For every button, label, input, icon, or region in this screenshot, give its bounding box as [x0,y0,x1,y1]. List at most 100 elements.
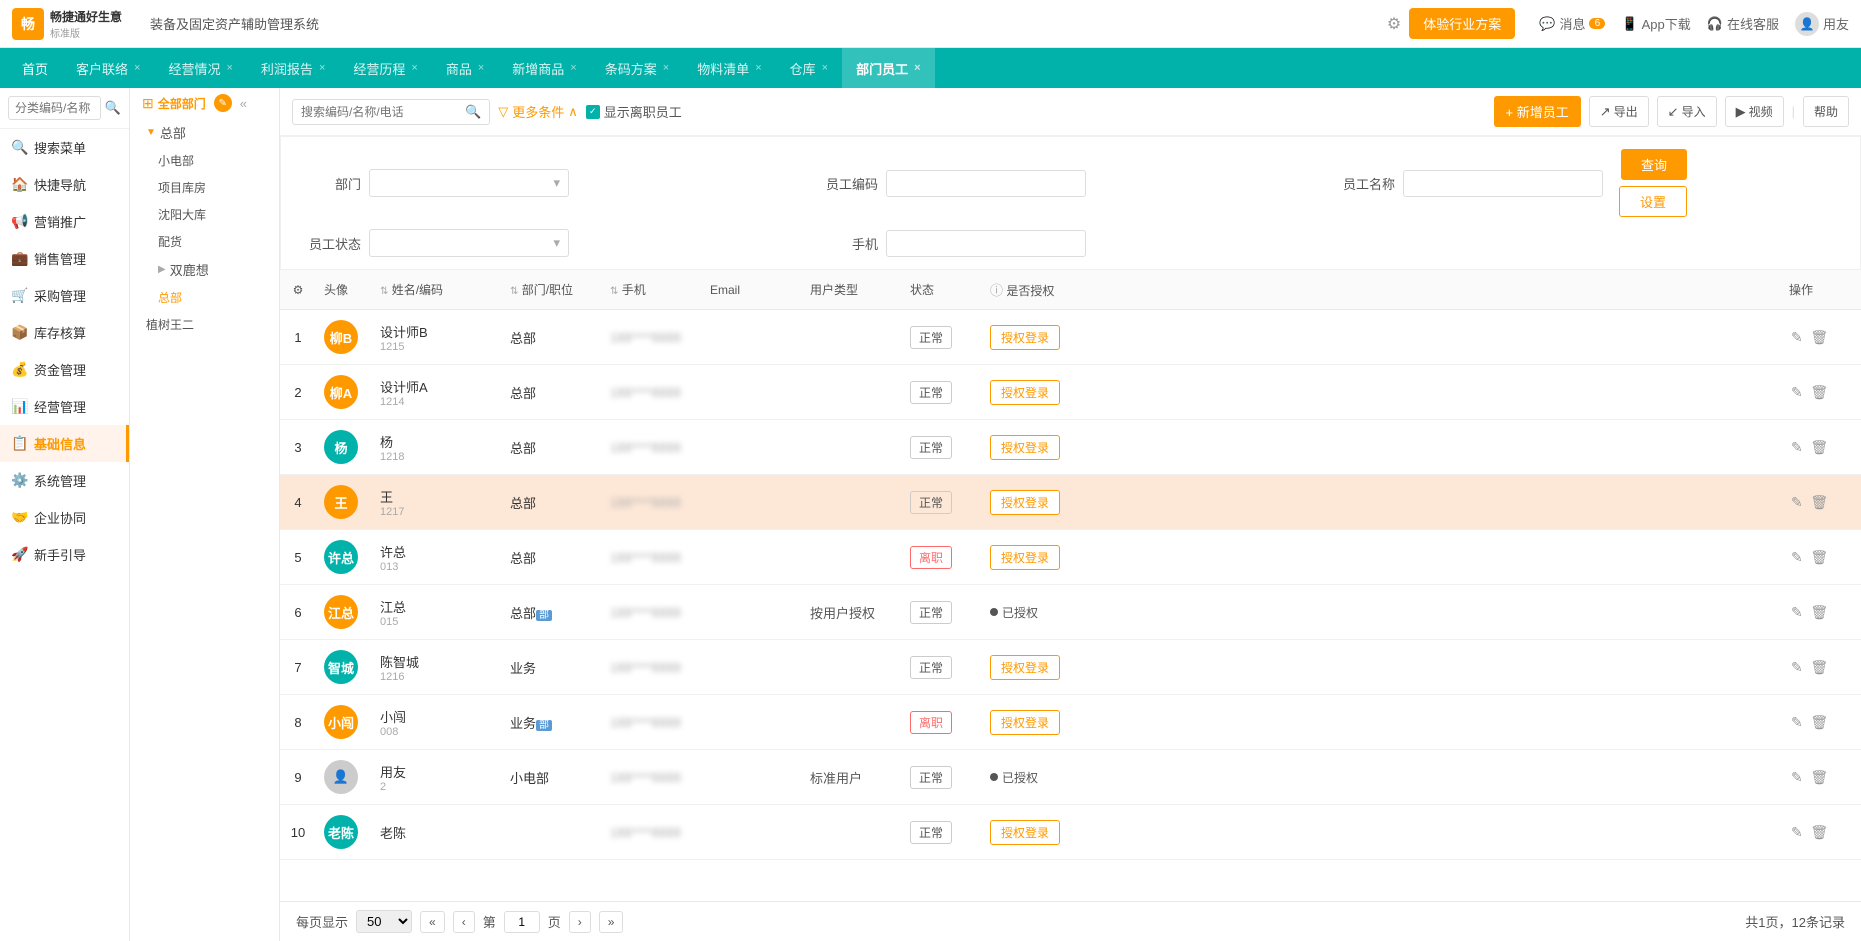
prev-page-btn[interactable]: ‹ [453,911,475,933]
edit-button[interactable]: ✎ [1789,657,1805,677]
empname-input[interactable] [1403,170,1603,197]
dept-node-zongbu[interactable]: ▼ 总部 [130,118,279,147]
tab-operation[interactable]: 经营情况 × [154,48,246,88]
sidebar-item-collab[interactable]: 🤝 企业协同 [0,499,129,536]
sidebar-item-quicknav[interactable]: 🏠 快捷导航 [0,166,129,203]
tab-customer[interactable]: 客户联络 × [62,48,154,88]
app-download-action[interactable]: 📱 App下载 [1621,14,1690,33]
delete-button[interactable]: 🗑 [1808,327,1830,347]
tab-add-goods[interactable]: 新增商品 × [498,48,590,88]
tab-dept-emp[interactable]: 部门员工 × [842,48,934,88]
edit-button[interactable]: ✎ [1789,712,1805,732]
dept-node-shuanglu[interactable]: ▶ 双鹿想 [130,255,279,284]
col-name[interactable]: ⇅ 姓名/编码 [372,270,502,310]
tab-home[interactable]: 首页 [8,48,62,88]
status-label: 员工状态 [301,234,361,253]
edit-button[interactable]: ✎ [1789,382,1805,402]
phone-input[interactable] [886,230,1086,257]
auth-login-button[interactable]: 授权登录 [990,490,1060,515]
delete-button[interactable]: 🗑 [1808,382,1830,402]
edit-button[interactable]: ✎ [1789,437,1805,457]
import-button[interactable]: ↙ 导入 [1657,96,1717,127]
video-button[interactable]: ▶ 视频 [1725,96,1784,127]
sidebar-item-purchase[interactable]: 🛒 采购管理 [0,277,129,314]
edit-button[interactable]: ✎ [1789,767,1805,787]
sidebar-item-search[interactable]: 🔍 搜索菜单 [0,129,129,166]
show-resigned-toggle[interactable]: ✓ 显示离职员工 [586,102,682,121]
col-phone[interactable]: ⇅ 手机 [602,270,702,310]
dept-select[interactable]: ▾ [369,169,569,197]
add-employee-button[interactable]: + 新增员工 [1494,96,1581,127]
auth-login-button[interactable]: 授权登录 [990,325,1060,350]
sidebar-search-input[interactable] [8,96,101,120]
sidebar-item-inventory[interactable]: 📦 库存核算 [0,314,129,351]
sidebar-item-basic[interactable]: 📋 基础信息 [0,425,129,462]
dept-node-project[interactable]: 项目库房 [130,174,279,201]
col-dept[interactable]: ⇅ 部门/职位 [502,270,602,310]
delete-button[interactable]: 🗑 [1808,547,1830,567]
search-input[interactable] [301,105,461,119]
auth-login-button[interactable]: 授权登录 [990,380,1060,405]
row-avatar-cell: 许总 [316,530,372,585]
tab-profit[interactable]: 利润报告 × [247,48,339,88]
message-action[interactable]: 💬 消息 6 [1539,14,1605,33]
auth-login-button[interactable]: 授权登录 [990,655,1060,680]
tab-bom[interactable]: 物料清单 × [683,48,775,88]
status-select[interactable]: ▾ [369,229,569,257]
delete-button[interactable]: 🗑 [1808,602,1830,622]
delete-button[interactable]: 🗑 [1808,767,1830,787]
dept-tree-header[interactable]: ⊞ 全部部门 ✎ « [130,88,279,118]
settings-icon[interactable]: ⚙ [1387,14,1401,34]
sidebar-item-finance[interactable]: 💰 资金管理 [0,351,129,388]
dept-node-xiaodian[interactable]: 小电部 [130,147,279,174]
dept-node-shenyang[interactable]: 沈阳大库 [130,201,279,228]
delete-button[interactable]: 🗑 [1808,657,1830,677]
row-auth-cell: 授权登录 [982,695,1102,750]
dept-node-zhishu[interactable]: 植树王二 [130,311,279,338]
edit-dept-icon[interactable]: ✎ [214,94,232,112]
empcode-input[interactable] [886,170,1086,197]
trial-button[interactable]: 体验行业方案 [1409,8,1515,39]
sidebar-item-marketing[interactable]: 📢 营销推广 [0,203,129,240]
user-action[interactable]: 👤 用友 [1795,12,1849,36]
edit-button[interactable]: ✎ [1789,602,1805,622]
collapse-dept-icon[interactable]: « [240,96,247,111]
tab-goods[interactable]: 商品 × [432,48,498,88]
sidebar-item-sales[interactable]: 💼 销售管理 [0,240,129,277]
dept-node-zongbu2[interactable]: 总部 [130,284,279,311]
auth-login-button[interactable]: 授权登录 [990,545,1060,570]
page-input[interactable] [504,911,540,933]
last-page-btn[interactable]: » [599,911,624,933]
query-button[interactable]: 查询 [1621,149,1687,180]
sidebar-item-operation[interactable]: 📊 经营管理 [0,388,129,425]
next-page-btn[interactable]: › [569,911,591,933]
delete-button[interactable]: 🗑 [1808,437,1830,457]
delete-button[interactable]: 🗑 [1808,822,1830,842]
delete-button[interactable]: 🗑 [1808,492,1830,512]
tab-warehouse[interactable]: 仓库 × [776,48,842,88]
edit-button[interactable]: ✎ [1789,492,1805,512]
search-btn-icon[interactable]: 🔍 [465,104,481,120]
sidebar-item-guide[interactable]: 🚀 新手引导 [0,536,129,573]
col-settings[interactable]: ⚙ [280,270,316,310]
auth-login-button[interactable]: 授权登录 [990,820,1060,845]
tab-barcode[interactable]: 条码方案 × [591,48,683,88]
resigned-checkbox[interactable]: ✓ [586,105,600,119]
tab-history[interactable]: 经营历程 × [339,48,431,88]
export-button[interactable]: ↗ 导出 [1589,96,1649,127]
setting-button[interactable]: 设置 [1619,186,1687,217]
per-page-select[interactable]: 50 100 [356,910,412,933]
edit-button[interactable]: ✎ [1789,822,1805,842]
help-button[interactable]: 帮助 [1803,96,1849,127]
edit-button[interactable]: ✎ [1789,327,1805,347]
more-filter-btn[interactable]: ▽ 更多条件 ∧ [498,102,578,121]
auth-login-button[interactable]: 授权登录 [990,710,1060,735]
edit-button[interactable]: ✎ [1789,547,1805,567]
sidebar-search-icon[interactable]: 🔍 [105,100,121,116]
auth-login-button[interactable]: 授权登录 [990,435,1060,460]
dept-node-peihuo[interactable]: 配货 [130,228,279,255]
delete-button[interactable]: 🗑 [1808,712,1830,732]
sidebar-item-system[interactable]: ⚙️ 系统管理 [0,462,129,499]
service-action[interactable]: 🎧 在线客服 [1707,14,1779,33]
first-page-btn[interactable]: « [420,911,445,933]
